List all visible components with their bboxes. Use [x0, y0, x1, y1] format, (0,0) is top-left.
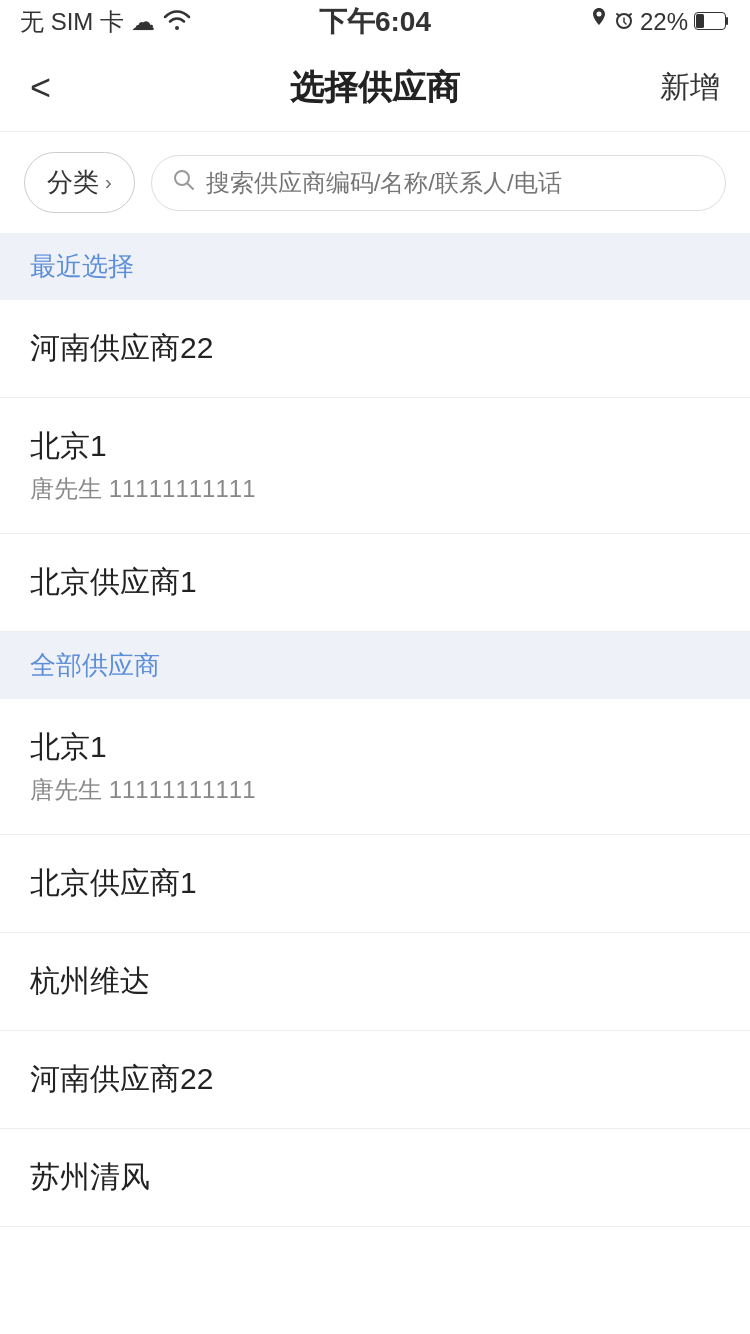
all-items-list: 北京1 唐先生 11111111111 北京供应商1 杭州维达 河南供应商22 … [0, 699, 750, 1227]
nav-bar: < 选择供应商 新增 [0, 44, 750, 132]
list-item[interactable]: 北京供应商1 [0, 534, 750, 632]
item-contact: 唐先生 11111111111 [30, 774, 720, 806]
search-area: 分类 › [0, 132, 750, 233]
list-item[interactable]: 河南供应商22 [0, 300, 750, 398]
wifi-icon [163, 8, 191, 36]
item-name: 河南供应商22 [30, 1059, 720, 1100]
list-item[interactable]: 北京1 唐先生 11111111111 [0, 398, 750, 534]
list-item[interactable]: 河南供应商22 [0, 1031, 750, 1129]
item-name: 苏州清风 [30, 1157, 720, 1198]
page-title: 选择供应商 [290, 65, 460, 111]
signal-text: 无 SIM 卡 ☁ [20, 6, 155, 38]
status-time: 下午6:04 [319, 3, 431, 41]
status-bar: 无 SIM 卡 ☁ 下午6:04 22% [0, 0, 750, 44]
list-item[interactable]: 苏州清风 [0, 1129, 750, 1227]
item-name: 北京供应商1 [30, 863, 720, 904]
item-name: 河南供应商22 [30, 328, 720, 369]
list-item[interactable]: 杭州维达 [0, 933, 750, 1031]
back-button[interactable]: < [30, 67, 90, 109]
item-contact: 唐先生 11111111111 [30, 473, 720, 505]
category-button[interactable]: 分类 › [24, 152, 135, 213]
location-icon [590, 8, 608, 36]
svg-rect-2 [696, 14, 704, 28]
alarm-icon [614, 8, 634, 36]
recent-items-list: 河南供应商22 北京1 唐先生 11111111111 北京供应商1 [0, 300, 750, 632]
recent-section-header: 最近选择 [0, 233, 750, 300]
add-button[interactable]: 新增 [660, 67, 720, 108]
battery-percentage: 22% [640, 8, 688, 36]
list-item[interactable]: 北京供应商1 [0, 835, 750, 933]
item-name: 北京供应商1 [30, 562, 720, 603]
status-right: 22% [590, 8, 730, 36]
search-box[interactable] [151, 155, 726, 211]
category-label: 分类 [47, 165, 99, 200]
all-section-header: 全部供应商 [0, 632, 750, 699]
search-input[interactable] [206, 169, 705, 197]
battery-icon [694, 8, 730, 36]
status-left: 无 SIM 卡 ☁ [20, 6, 191, 38]
search-icon [172, 168, 196, 198]
item-name: 北京1 [30, 727, 720, 768]
item-name: 杭州维达 [30, 961, 720, 1002]
item-name: 北京1 [30, 426, 720, 467]
chevron-right-icon: › [105, 171, 112, 194]
list-item[interactable]: 北京1 唐先生 11111111111 [0, 699, 750, 835]
